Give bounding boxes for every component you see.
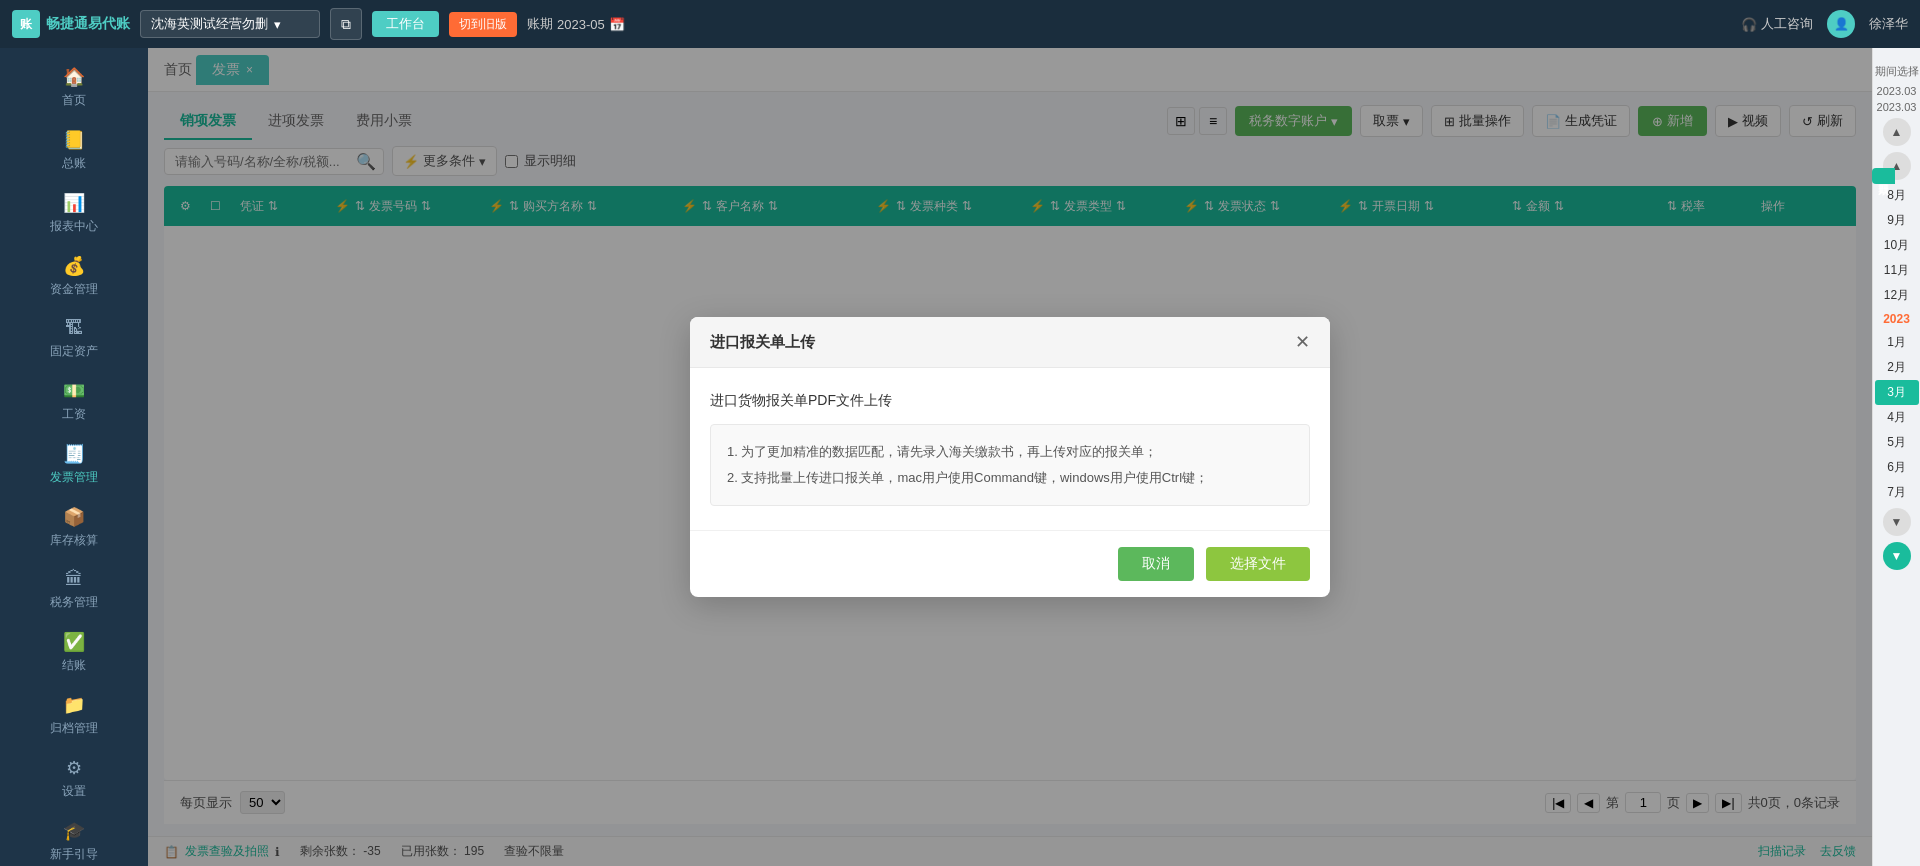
sidebar-item-label: 首页 bbox=[62, 92, 86, 109]
switch-old-version-button[interactable]: 切到旧版 bbox=[449, 12, 517, 37]
user-avatar[interactable]: 👤 bbox=[1827, 10, 1855, 38]
modal-footer: 取消 选择文件 bbox=[690, 530, 1330, 597]
app-name: 畅捷通易代账 bbox=[46, 15, 130, 33]
period-month-3[interactable]: 3月 bbox=[1875, 380, 1919, 405]
guide-icon: 🎓 bbox=[63, 820, 85, 842]
settlement-icon: ✅ bbox=[63, 631, 85, 653]
period-month-8[interactable]: 8月 bbox=[1875, 183, 1919, 208]
app-logo: 账 畅捷通易代账 bbox=[12, 10, 130, 38]
period-up-button[interactable]: ▲ bbox=[1883, 118, 1911, 146]
sidebar-item-label: 税务管理 bbox=[50, 594, 98, 611]
tax-icon: 🏛 bbox=[65, 569, 83, 590]
sidebar-item-tax[interactable]: 🏛 税务管理 bbox=[0, 559, 148, 621]
archive-icon: 📁 bbox=[63, 694, 85, 716]
period-year-2023[interactable]: 2023 bbox=[1875, 308, 1919, 330]
sidebar-item-label: 发票管理 bbox=[50, 469, 98, 486]
modal-info-box: 1. 为了更加精准的数据匹配，请先录入海关缴款书，再上传对应的报关单； 2. 支… bbox=[710, 424, 1310, 506]
main-content: 首页 发票 × 销项发票 进项发票 费用小票 bbox=[148, 48, 1872, 866]
modal-close-button[interactable]: ✕ bbox=[1295, 331, 1310, 353]
sidebar-item-label: 总账 bbox=[62, 155, 86, 172]
modal-overlay: 进口报关单上传 ✕ 进口货物报关单PDF文件上传 1. 为了更加精准的数据匹配，… bbox=[148, 48, 1872, 866]
sidebar-item-ledger[interactable]: 📒 总账 bbox=[0, 119, 148, 182]
modal-section-title: 进口货物报关单PDF文件上传 bbox=[710, 392, 1310, 410]
right-panel: 开票日期 期间选择 2023.03 2023.03 ▲ ▲ 8月 9月 10月 … bbox=[1872, 48, 1920, 866]
logo-icon: 账 bbox=[12, 10, 40, 38]
modal-select-file-button[interactable]: 选择文件 bbox=[1206, 547, 1310, 581]
funds-icon: 💰 bbox=[63, 255, 85, 277]
sidebar-item-label: 工资 bbox=[62, 406, 86, 423]
period-display: 账期 2023-05 📅 bbox=[527, 15, 625, 33]
modal-title: 进口报关单上传 bbox=[710, 333, 815, 352]
main-layout: 🏠 首页 📒 总账 📊 报表中心 💰 资金管理 🏗 固定资产 💵 工资 🧾 发票… bbox=[0, 48, 1920, 866]
year-row-2: 2023.03 bbox=[1873, 99, 1920, 115]
company-selector[interactable]: 沈海英测试经营勿删 ▾ bbox=[140, 10, 320, 38]
support-button[interactable]: 🎧 人工咨询 bbox=[1741, 15, 1813, 33]
dropdown-icon: ▾ bbox=[274, 17, 281, 32]
period-month-5[interactable]: 5月 bbox=[1875, 430, 1919, 455]
reports-icon: 📊 bbox=[63, 192, 85, 214]
period-month-11[interactable]: 11月 bbox=[1875, 258, 1919, 283]
copy-icon-btn[interactable]: ⧉ bbox=[330, 8, 362, 40]
headset-icon: 🎧 bbox=[1741, 17, 1757, 32]
workspace-button[interactable]: 工作台 bbox=[372, 11, 439, 37]
sidebar-item-reports[interactable]: 📊 报表中心 bbox=[0, 182, 148, 245]
sidebar-item-settlement[interactable]: ✅ 结账 bbox=[0, 621, 148, 684]
period-month-1[interactable]: 1月 bbox=[1875, 330, 1919, 355]
sidebar-item-settings[interactable]: ⚙ 设置 bbox=[0, 747, 148, 810]
period-value: 2023-05 bbox=[557, 17, 605, 32]
year-row-1: 2023.03 bbox=[1873, 83, 1920, 99]
period-month-2[interactable]: 2月 bbox=[1875, 355, 1919, 380]
modal-body: 进口货物报关单PDF文件上传 1. 为了更加精准的数据匹配，请先录入海关缴款书，… bbox=[690, 368, 1330, 530]
sidebar-item-assets[interactable]: 🏗 固定资产 bbox=[0, 308, 148, 370]
period-down2-button[interactable]: ▼ bbox=[1883, 542, 1911, 570]
invoice-icon: 🧾 bbox=[63, 443, 85, 465]
sidebar-item-invoice[interactable]: 🧾 发票管理 bbox=[0, 433, 148, 496]
sidebar-item-label: 归档管理 bbox=[50, 720, 98, 737]
assets-icon: 🏗 bbox=[65, 318, 83, 339]
calendar-icon[interactable]: 📅 bbox=[609, 17, 625, 32]
sidebar-item-label: 设置 bbox=[62, 783, 86, 800]
sidebar-item-guide[interactable]: 🎓 新手引导 bbox=[0, 810, 148, 866]
modal-cancel-button[interactable]: 取消 bbox=[1118, 547, 1194, 581]
period-month-12[interactable]: 12月 bbox=[1875, 283, 1919, 308]
sidebar-item-label: 新手引导 bbox=[50, 846, 98, 863]
payroll-icon: 💵 bbox=[63, 380, 85, 402]
modal-info-item-1: 1. 为了更加精准的数据匹配，请先录入海关缴款书，再上传对应的报关单； bbox=[727, 439, 1293, 465]
top-bar-right: 🎧 人工咨询 👤 徐泽华 bbox=[1741, 10, 1908, 38]
sidebar-item-label: 报表中心 bbox=[50, 218, 98, 235]
sidebar-item-label: 固定资产 bbox=[50, 343, 98, 360]
period-month-4[interactable]: 4月 bbox=[1875, 405, 1919, 430]
import-customs-modal: 进口报关单上传 ✕ 进口货物报关单PDF文件上传 1. 为了更加精准的数据匹配，… bbox=[690, 317, 1330, 597]
user-name: 徐泽华 bbox=[1869, 15, 1908, 33]
sidebar-item-home[interactable]: 🏠 首页 bbox=[0, 56, 148, 119]
sidebar-item-funds[interactable]: 💰 资金管理 bbox=[0, 245, 148, 308]
sidebar-item-inventory[interactable]: 📦 库存核算 bbox=[0, 496, 148, 559]
home-icon: 🏠 bbox=[63, 66, 85, 88]
avatar-icon: 👤 bbox=[1834, 17, 1849, 31]
settings-icon: ⚙ bbox=[66, 757, 82, 779]
period-month-10[interactable]: 10月 bbox=[1875, 233, 1919, 258]
company-name: 沈海英测试经营勿删 bbox=[151, 15, 268, 33]
period-label: 账期 bbox=[527, 15, 553, 33]
modal-header: 进口报关单上传 ✕ bbox=[690, 317, 1330, 368]
ledger-icon: 📒 bbox=[63, 129, 85, 151]
period-down-button[interactable]: ▼ bbox=[1883, 508, 1911, 536]
sidebar-item-archive[interactable]: 📁 归档管理 bbox=[0, 684, 148, 747]
period-select-label: 期间选择 bbox=[1875, 60, 1919, 83]
support-label: 人工咨询 bbox=[1761, 15, 1813, 33]
period-month-9[interactable]: 9月 bbox=[1875, 208, 1919, 233]
modal-info-item-2: 2. 支持批量上传进口报关单，mac用户使用Command键，windows用户… bbox=[727, 465, 1293, 491]
top-bar: 账 畅捷通易代账 沈海英测试经营勿删 ▾ ⧉ 工作台 切到旧版 账期 2023-… bbox=[0, 0, 1920, 48]
inventory-icon: 📦 bbox=[63, 506, 85, 528]
period-month-6[interactable]: 6月 bbox=[1875, 455, 1919, 480]
sidebar-item-label: 库存核算 bbox=[50, 532, 98, 549]
sidebar: 🏠 首页 📒 总账 📊 报表中心 💰 资金管理 🏗 固定资产 💵 工资 🧾 发票… bbox=[0, 48, 148, 866]
sidebar-item-payroll[interactable]: 💵 工资 bbox=[0, 370, 148, 433]
sidebar-item-label: 资金管理 bbox=[50, 281, 98, 298]
sidebar-item-label: 结账 bbox=[62, 657, 86, 674]
open-date-panel-button[interactable]: 开票日期 bbox=[1872, 168, 1895, 184]
period-month-7[interactable]: 7月 bbox=[1875, 480, 1919, 505]
